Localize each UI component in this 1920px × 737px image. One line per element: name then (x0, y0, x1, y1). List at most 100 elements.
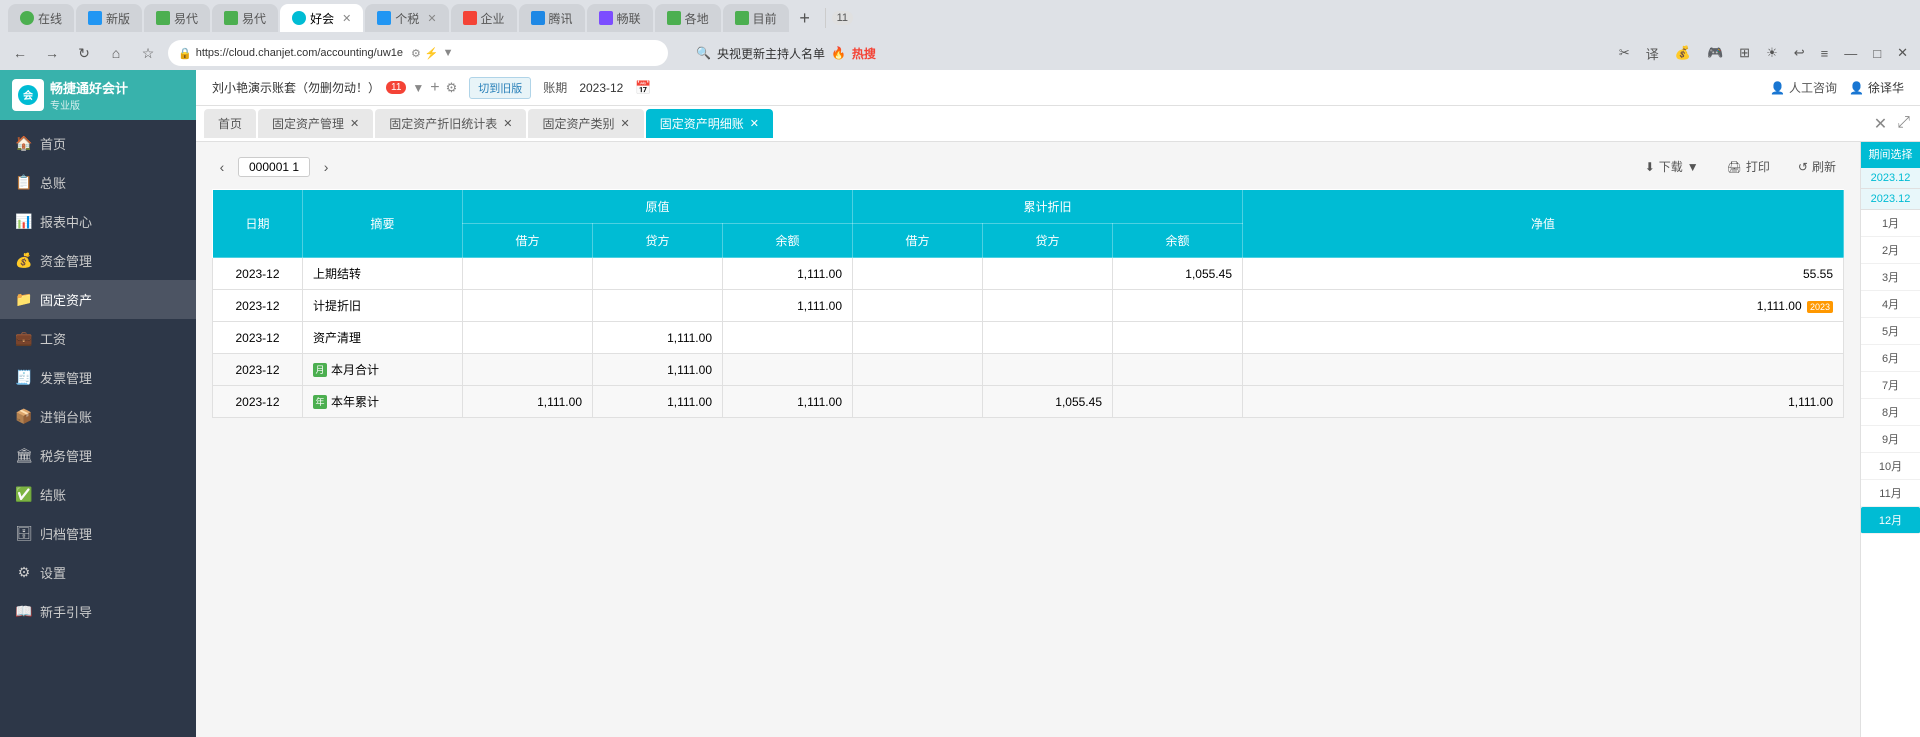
refresh-table-button[interactable]: ↺ 刷新 (1790, 154, 1844, 179)
row3-dep-debit (853, 322, 983, 354)
period-month-2[interactable]: 2月 (1861, 237, 1920, 264)
tab-label: 企业 (481, 10, 505, 27)
browser-tab-yidai1[interactable]: 易代 (144, 4, 210, 32)
settings-icon[interactable]: ⚙ (446, 80, 458, 96)
forward-button[interactable]: → (40, 41, 64, 65)
period-month-8[interactable]: 8月 (1861, 399, 1920, 426)
new-tab-button[interactable]: + (791, 4, 819, 32)
sidebar-item-ledger[interactable]: 📋 总账 (0, 163, 196, 202)
sidebar-item-archive[interactable]: 🗄 归档管理 (0, 514, 196, 553)
home-button[interactable]: ⌂ (104, 41, 128, 65)
tab-label: 新版 (106, 10, 130, 27)
switch-version-button[interactable]: 切到旧版 (469, 77, 531, 99)
browser-tab-qiye[interactable]: 企业 (451, 4, 517, 32)
translate-icon[interactable]: 译 (1642, 42, 1663, 65)
user-menu[interactable]: 👤 徐译华 (1849, 79, 1904, 96)
page-tab-asset-category[interactable]: 固定资产类别 ✕ (528, 109, 643, 138)
tab-asset-management-close[interactable]: ✕ (350, 117, 359, 130)
back-button[interactable]: ← (8, 41, 32, 65)
header-summary: 摘要 (303, 190, 463, 258)
download-button[interactable]: ⬇ 下载 ▼ (1637, 154, 1707, 179)
row3-orig-debit (463, 322, 593, 354)
tab-asset-management-label: 固定资产管理 (272, 115, 344, 132)
page-number[interactable]: 000001 1 (238, 157, 310, 177)
browser-tab-gedi[interactable]: 各地 (655, 4, 721, 32)
service-button[interactable]: 👤 人工咨询 (1770, 79, 1837, 96)
close-icon[interactable]: ✕ (1893, 43, 1912, 63)
browser-tab-haokuai[interactable]: 好会 ✕ (280, 4, 363, 32)
calendar-icon[interactable]: 📅 (635, 80, 651, 96)
period-panel: 期间选择 2023.12 2023.12 1月 2月 3月 4月 5月 6月 7… (1860, 142, 1920, 737)
browser-tab-muqian[interactable]: 目前 (723, 4, 789, 32)
tab-depreciation-stats-close[interactable]: ✕ (503, 117, 512, 130)
browser-tab-new[interactable]: 新版 (76, 4, 142, 32)
page-tab-asset-management[interactable]: 固定资产管理 ✕ (258, 109, 373, 138)
row3-summary: 资产清理 (303, 322, 463, 354)
tab-close-icon[interactable]: ✕ (342, 12, 351, 25)
sidebar-item-settings[interactable]: ⚙ 设置 (0, 553, 196, 592)
dep-credit-header: 贷方 (983, 224, 1113, 258)
browser-tab-yidai2[interactable]: 易代 (212, 4, 278, 32)
sidebar-item-invoice[interactable]: 🧾 发票管理 (0, 358, 196, 397)
refresh-button[interactable]: ↻ (72, 41, 96, 65)
tab-label: 目前 (753, 10, 777, 27)
tab-favicon (735, 11, 749, 25)
period-month-12[interactable]: 12月 (1861, 507, 1920, 534)
scissors-icon[interactable]: ✂ (1615, 43, 1634, 63)
guide-icon: 📖 (16, 604, 32, 620)
menu-icon[interactable]: ≡ (1817, 44, 1833, 63)
minimize-icon[interactable]: — (1840, 44, 1861, 63)
undo-icon[interactable]: ↩ (1790, 43, 1809, 63)
period-month-9[interactable]: 9月 (1861, 426, 1920, 453)
period-title: 期间选择 (1861, 142, 1920, 168)
page-tab-home[interactable]: 首页 (204, 109, 256, 138)
page-tab-asset-detail[interactable]: 固定资产明细账 ✕ (646, 109, 773, 138)
sidebar-item-close-account[interactable]: ✅ 结账 (0, 475, 196, 514)
period-month-1[interactable]: 1月 (1861, 210, 1920, 237)
browser-tab-geshui[interactable]: 个税 ✕ (365, 4, 448, 32)
browser-tab-chang[interactable]: 畅联 (587, 4, 653, 32)
sidebar-item-fixed-assets[interactable]: 📁 固定资产 (0, 280, 196, 319)
period-month-4[interactable]: 4月 (1861, 291, 1920, 318)
tab-close-icon[interactable]: ✕ (427, 12, 436, 25)
tab-asset-detail-close[interactable]: ✕ (750, 117, 759, 130)
period-month-5[interactable]: 5月 (1861, 318, 1920, 345)
browser-tab-tencent[interactable]: 腾讯 (519, 4, 585, 32)
expand-tab-button[interactable]: ⤢ (1895, 112, 1912, 136)
bookmark-button[interactable]: ☆ (136, 41, 160, 65)
tab-favicon (599, 11, 613, 25)
row3-dep-credit (983, 322, 1113, 354)
sidebar-item-inventory[interactable]: 📦 进销台账 (0, 397, 196, 436)
sidebar-item-home[interactable]: 🏠 首页 (0, 124, 196, 163)
close-tab-button[interactable]: ✕ (1872, 112, 1889, 136)
row2-summary: 计提折旧 (303, 290, 463, 322)
tab-label: 各地 (685, 10, 709, 27)
period-month-6[interactable]: 6月 (1861, 345, 1920, 372)
sidebar-item-report[interactable]: 📊 报表中心 (0, 202, 196, 241)
sidebar-item-guide[interactable]: 📖 新手引导 (0, 592, 196, 631)
address-bar[interactable]: 🔒 https://cloud.chanjet.com/accounting/u… (168, 40, 668, 66)
tab-favicon (377, 11, 391, 25)
maximize-icon[interactable]: □ (1869, 44, 1885, 63)
period-month-10[interactable]: 10月 (1861, 453, 1920, 480)
prev-page-button[interactable]: ‹ (212, 157, 232, 177)
period-month-3[interactable]: 3月 (1861, 264, 1920, 291)
sidebar-item-tax[interactable]: 🏛 税务管理 (0, 436, 196, 475)
wallet-icon[interactable]: 💰 (1671, 43, 1695, 63)
print-button[interactable]: 🖨 打印 (1719, 154, 1778, 179)
grid-icon[interactable]: ⊞ (1735, 43, 1754, 63)
next-page-button[interactable]: › (316, 157, 336, 177)
add-company-btn[interactable]: + (430, 79, 439, 97)
brightness-icon[interactable]: ☀ (1762, 43, 1782, 63)
sidebar-item-funds[interactable]: 💰 资金管理 (0, 241, 196, 280)
sidebar-item-salary[interactable]: 💼 工资 (0, 319, 196, 358)
game-icon[interactable]: 🎮 (1703, 43, 1727, 63)
period-month-11[interactable]: 11月 (1861, 480, 1920, 507)
page-tab-depreciation-stats[interactable]: 固定资产折旧统计表 ✕ (375, 109, 526, 138)
logo-text-block: 畅捷通好会计 专业版 (50, 78, 128, 112)
tab-asset-category-close[interactable]: ✕ (621, 117, 630, 130)
period-month-7[interactable]: 7月 (1861, 372, 1920, 399)
sidebar-label-inventory: 进销台账 (40, 407, 92, 426)
browser-tab-online[interactable]: 在线 (8, 4, 74, 32)
inventory-icon: 📦 (16, 409, 32, 425)
